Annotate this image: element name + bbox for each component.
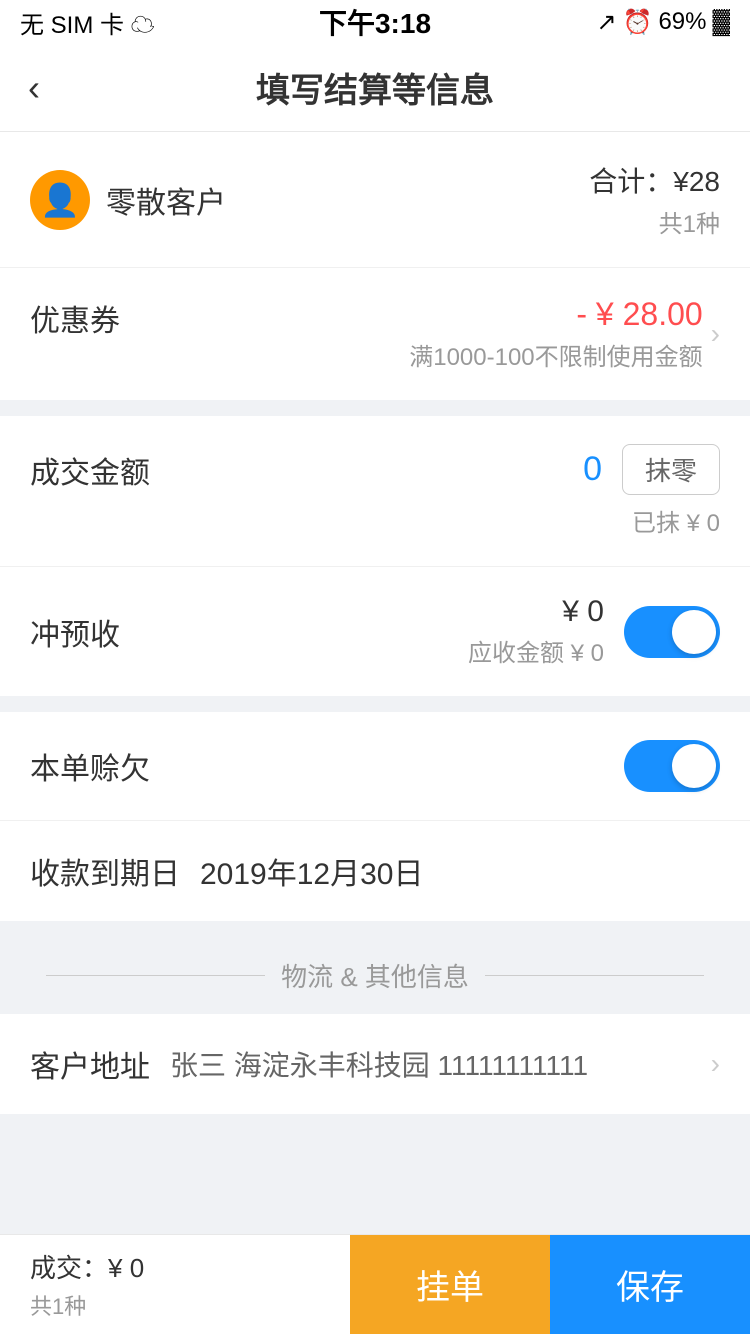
prepay-sub-amount: 应收金额 ¥ 0 [468,633,604,668]
credit-label: 本单赊欠 [30,744,150,788]
coupon-label: 优惠券 [30,296,150,340]
bottom-trans-label: 成交：¥ 0 [30,1248,320,1285]
bottom-info: 成交：¥ 0 共1种 [0,1235,350,1334]
address-value: 张三 海淀永丰科技园 11111111111 [170,1044,703,1084]
address-label: 客户地址 [30,1042,150,1086]
total-amount: 合计：¥28 [589,160,720,200]
chevron-right-icon: › [711,318,720,350]
battery-icon: ▓ [713,8,731,36]
sim-label: 无 SIM 卡 ☁ [20,5,155,40]
trans-amount-row: 成交金额 0 抹零 已抹 ¥ 0 [0,416,750,566]
bottom-bar: 成交：¥ 0 共1种 挂单 保存 [0,1234,750,1334]
customer-avatar: 👤 [30,170,90,230]
status-bar: 无 SIM 卡 ☁ 下午3:18 ↗ ⏰ 69% ▓ [0,0,750,44]
credit-toggle[interactable] [624,740,720,792]
address-chevron-icon: › [711,1048,720,1080]
back-button[interactable]: ‹ [28,67,40,109]
back-icon: ‹ [28,67,40,109]
address-row[interactable]: 客户地址 张三 海淀永丰科技园 11111111111 › [0,1014,750,1114]
due-date-row: 收款到期日 2019年12月30日 [0,820,750,921]
prepay-amounts: ¥ 0 应收金额 ¥ 0 [468,595,604,668]
address-section: 客户地址 张三 海淀永丰科技园 11111111111 › [0,1014,750,1114]
prepay-toggle[interactable] [624,606,720,658]
content: 👤 零散客户 合计：¥28 共1种 优惠券 - ¥ 28.00 满1000-10… [0,132,750,1250]
round-button[interactable]: 抹零 [622,444,720,495]
credit-section: 本单赊欠 收款到期日 2019年12月30日 [0,712,750,921]
status-left: 无 SIM 卡 ☁ [20,5,155,40]
customer-name: 零散客户 [106,178,226,222]
credit-row: 本单赊欠 [0,712,750,820]
bottom-count: 共1种 [30,1289,320,1321]
due-date-label: 收款到期日 [30,849,180,893]
prepay-row: 冲预收 ¥ 0 应收金额 ¥ 0 [0,566,750,696]
customer-section: 👤 零散客户 合计：¥28 共1种 优惠券 - ¥ 28.00 满1000-10… [0,132,750,400]
amount-top: 成交金额 0 抹零 [30,444,720,495]
customer-left: 👤 零散客户 [30,170,226,230]
alarm-icon: ⏰ [623,8,653,37]
avatar-icon: 👤 [40,181,80,219]
nav-bar: ‹ 填写结算等信息 [0,44,750,132]
location-icon: ↗ [596,8,616,37]
amount-right: 0 抹零 [583,444,720,495]
amount-sub-label: 已抹 ¥ 0 [30,503,720,538]
credit-toggle-knob [672,744,716,788]
total-count: 共1种 [589,204,720,239]
coupon-value-group: - ¥ 28.00 满1000-100不限制使用金额 › [409,296,720,372]
status-time: 下午3:18 [319,2,431,42]
trans-amount-value: 0 [583,450,602,489]
coupon-row[interactable]: 优惠券 - ¥ 28.00 满1000-100不限制使用金额 › [0,267,750,400]
date-row: 收款到期日 2019年12月30日 [30,849,720,893]
toggle-knob [672,610,716,654]
amount-section: 成交金额 0 抹零 已抹 ¥ 0 冲预收 ¥ 0 应收金额 ¥ 0 [0,416,750,696]
coupon-value-right: - ¥ 28.00 满1000-100不限制使用金额 [409,296,702,372]
prepay-label: 冲预收 [30,610,120,654]
coupon-desc: 满1000-100不限制使用金额 [409,337,702,372]
prepay-main-amount: ¥ 0 [468,595,604,629]
customer-right: 合计：¥28 共1种 [589,160,720,239]
save-button[interactable]: 保存 [550,1235,750,1334]
customer-row: 👤 零散客户 合计：¥28 共1种 [0,132,750,267]
logistics-title: 物流 & 其他信息 [281,957,469,994]
status-right: ↗ ⏰ 69% ▓ [596,8,730,37]
battery-label: 69% [658,8,706,36]
hold-button[interactable]: 挂单 [350,1235,550,1334]
trans-amount-label: 成交金额 [30,448,150,492]
due-date-value: 2019年12月30日 [200,849,423,893]
page-title: 填写结算等信息 [256,63,494,112]
coupon-amount: - ¥ 28.00 [409,296,702,333]
prepay-right: ¥ 0 应收金额 ¥ 0 [468,595,720,668]
logistics-header: 物流 & 其他信息 [0,937,750,1014]
